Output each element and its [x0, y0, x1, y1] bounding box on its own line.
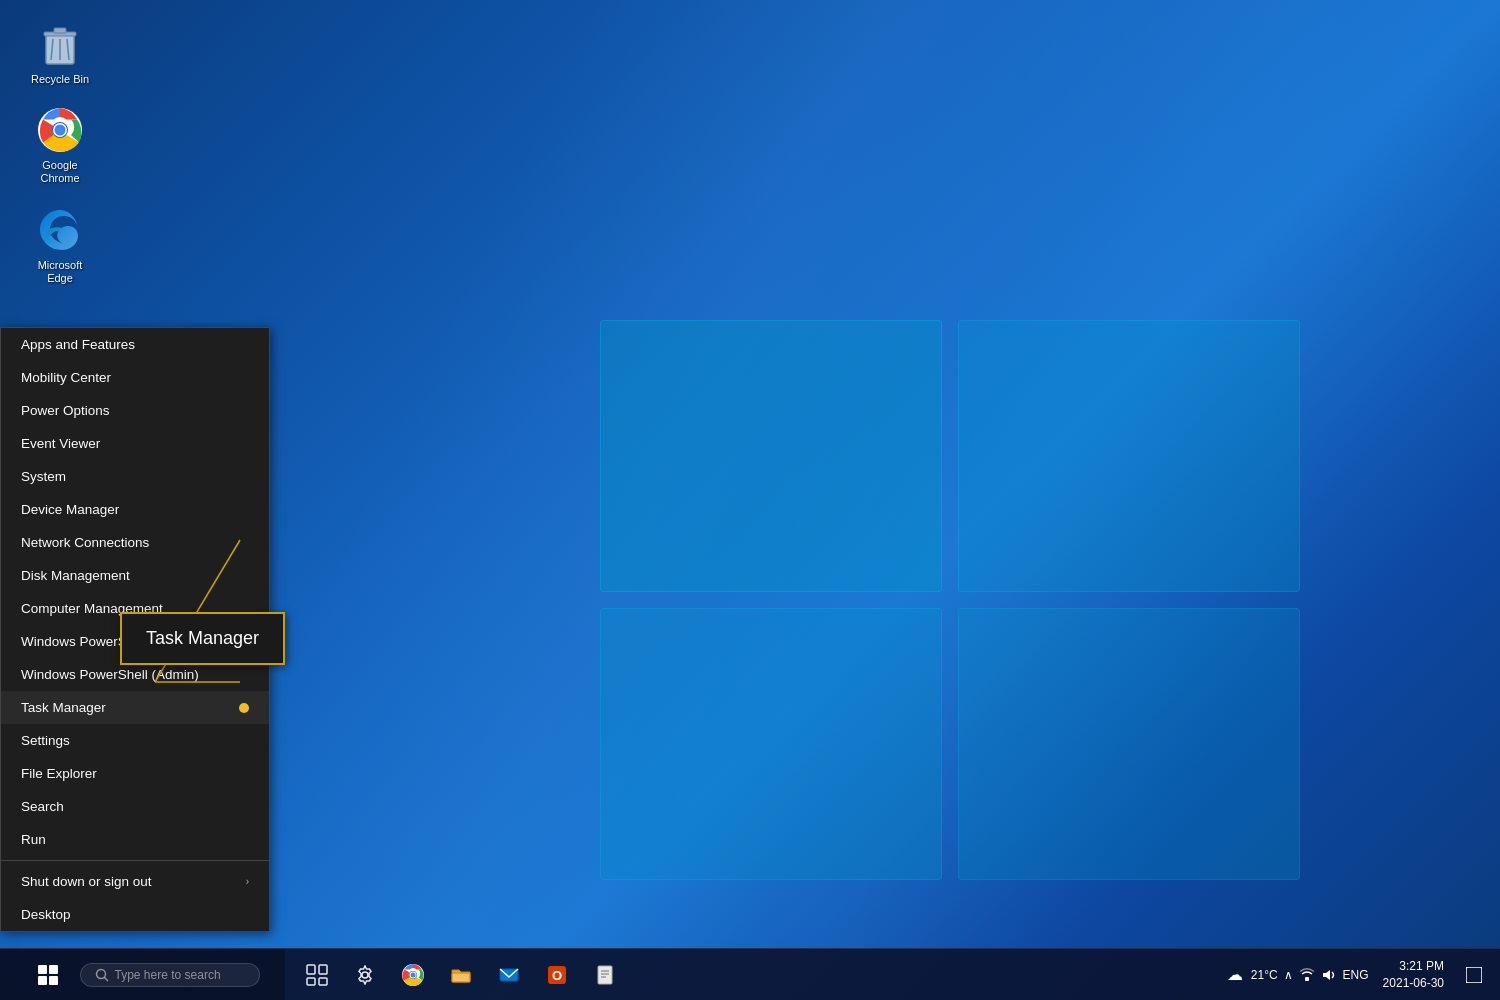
svg-rect-19	[319, 965, 327, 974]
taskbar-system-tray: ☁ 21°C ∧ ENG	[1217, 953, 1500, 997]
windows-logo-decoration	[600, 320, 1300, 880]
clock-display[interactable]: 3:21 PM 2021-06-30	[1375, 958, 1452, 992]
win-pane-bottomleft	[600, 608, 942, 880]
notification-button[interactable]	[1458, 953, 1490, 997]
taskbar-start-area: Type here to search	[0, 949, 285, 1000]
menu-item-mobility-center[interactable]: Mobility Center	[1, 361, 269, 394]
menu-item-disk-management[interactable]: Disk Management	[1, 559, 269, 592]
chrome-image	[36, 106, 84, 154]
menu-item-search[interactable]: Search	[1, 790, 269, 823]
menu-item-desktop[interactable]: Desktop	[1, 898, 269, 931]
edge-label: Microsoft Edge	[25, 259, 95, 285]
google-chrome-icon[interactable]: Google Chrome	[20, 101, 100, 190]
weather-icon: ☁	[1227, 965, 1243, 984]
svg-text:O: O	[552, 968, 562, 983]
win-pane-topleft	[600, 320, 942, 592]
svg-rect-12	[38, 965, 47, 974]
search-placeholder: Type here to search	[115, 968, 221, 982]
menu-item-power-options[interactable]: Power Options	[1, 394, 269, 427]
svg-rect-35	[1466, 967, 1482, 983]
notepad-taskbar-button[interactable]	[583, 953, 627, 997]
weather-widget[interactable]: ☁ 21°C	[1227, 965, 1278, 984]
office-taskbar-button[interactable]: O	[535, 953, 579, 997]
menu-item-apps-features[interactable]: Apps and Features	[1, 328, 269, 361]
menu-item-system[interactable]: System	[1, 460, 269, 493]
volume-icon[interactable]	[1321, 967, 1337, 983]
desktop-icons-area: Recycle Bin Google Chrome	[20, 0, 100, 290]
svg-rect-21	[319, 978, 327, 985]
menu-item-settings[interactable]: Settings	[1, 724, 269, 757]
svg-rect-20	[307, 978, 315, 985]
taskbar-app-icons: O	[285, 953, 1217, 997]
task-manager-indicator	[239, 703, 249, 713]
taskbar-search-box[interactable]: Type here to search	[80, 963, 260, 987]
mail-taskbar-button[interactable]	[487, 953, 531, 997]
date-display: 2021-06-30	[1383, 975, 1444, 992]
menu-divider	[1, 860, 269, 861]
recycle-bin-image	[36, 20, 84, 68]
start-button[interactable]	[26, 953, 70, 997]
svg-line-17	[104, 977, 108, 981]
temperature-display: 21°C	[1251, 968, 1278, 982]
svg-rect-14	[38, 976, 47, 985]
task-manager-tooltip: Task Manager	[120, 612, 285, 665]
menu-item-run[interactable]: Run	[1, 823, 269, 856]
desktop: Recycle Bin Google Chrome	[0, 0, 1500, 1000]
recycle-bin-icon[interactable]: Recycle Bin	[20, 15, 100, 91]
menu-item-file-explorer[interactable]: File Explorer	[1, 757, 269, 790]
chrome-taskbar-button[interactable]	[391, 953, 435, 997]
microsoft-edge-icon[interactable]: Microsoft Edge	[20, 201, 100, 290]
chrome-label: Google Chrome	[25, 159, 95, 185]
task-view-button[interactable]	[295, 953, 339, 997]
recycle-bin-label: Recycle Bin	[31, 73, 89, 86]
edge-image	[36, 206, 84, 254]
win-pane-bottomright	[958, 608, 1300, 880]
svg-rect-26	[452, 973, 470, 982]
menu-item-network-connections[interactable]: Network Connections	[1, 526, 269, 559]
svg-rect-13	[49, 965, 58, 974]
menu-item-task-manager[interactable]: Task Manager	[1, 691, 269, 724]
svg-rect-18	[307, 965, 315, 974]
svg-point-25	[411, 972, 416, 977]
svg-rect-30	[598, 966, 612, 984]
svg-point-16	[96, 969, 105, 978]
menu-item-shut-down[interactable]: Shut down or sign out ›	[1, 865, 269, 898]
language-indicator[interactable]: ENG	[1343, 968, 1369, 982]
file-explorer-taskbar-button[interactable]	[439, 953, 483, 997]
svg-rect-15	[49, 976, 58, 985]
menu-item-event-viewer[interactable]: Event Viewer	[1, 427, 269, 460]
tray-expand-icon[interactable]: ∧	[1284, 968, 1293, 982]
time-display: 3:21 PM	[1383, 958, 1444, 975]
menu-item-device-manager[interactable]: Device Manager	[1, 493, 269, 526]
taskbar: Type here to search	[0, 948, 1500, 1000]
svg-rect-34	[1305, 977, 1309, 981]
shut-down-arrow-icon: ›	[246, 876, 249, 887]
svg-rect-2	[54, 28, 66, 33]
svg-point-9	[55, 125, 66, 136]
win-pane-topright	[958, 320, 1300, 592]
network-icon[interactable]	[1299, 967, 1315, 983]
settings-taskbar-button[interactable]	[343, 953, 387, 997]
